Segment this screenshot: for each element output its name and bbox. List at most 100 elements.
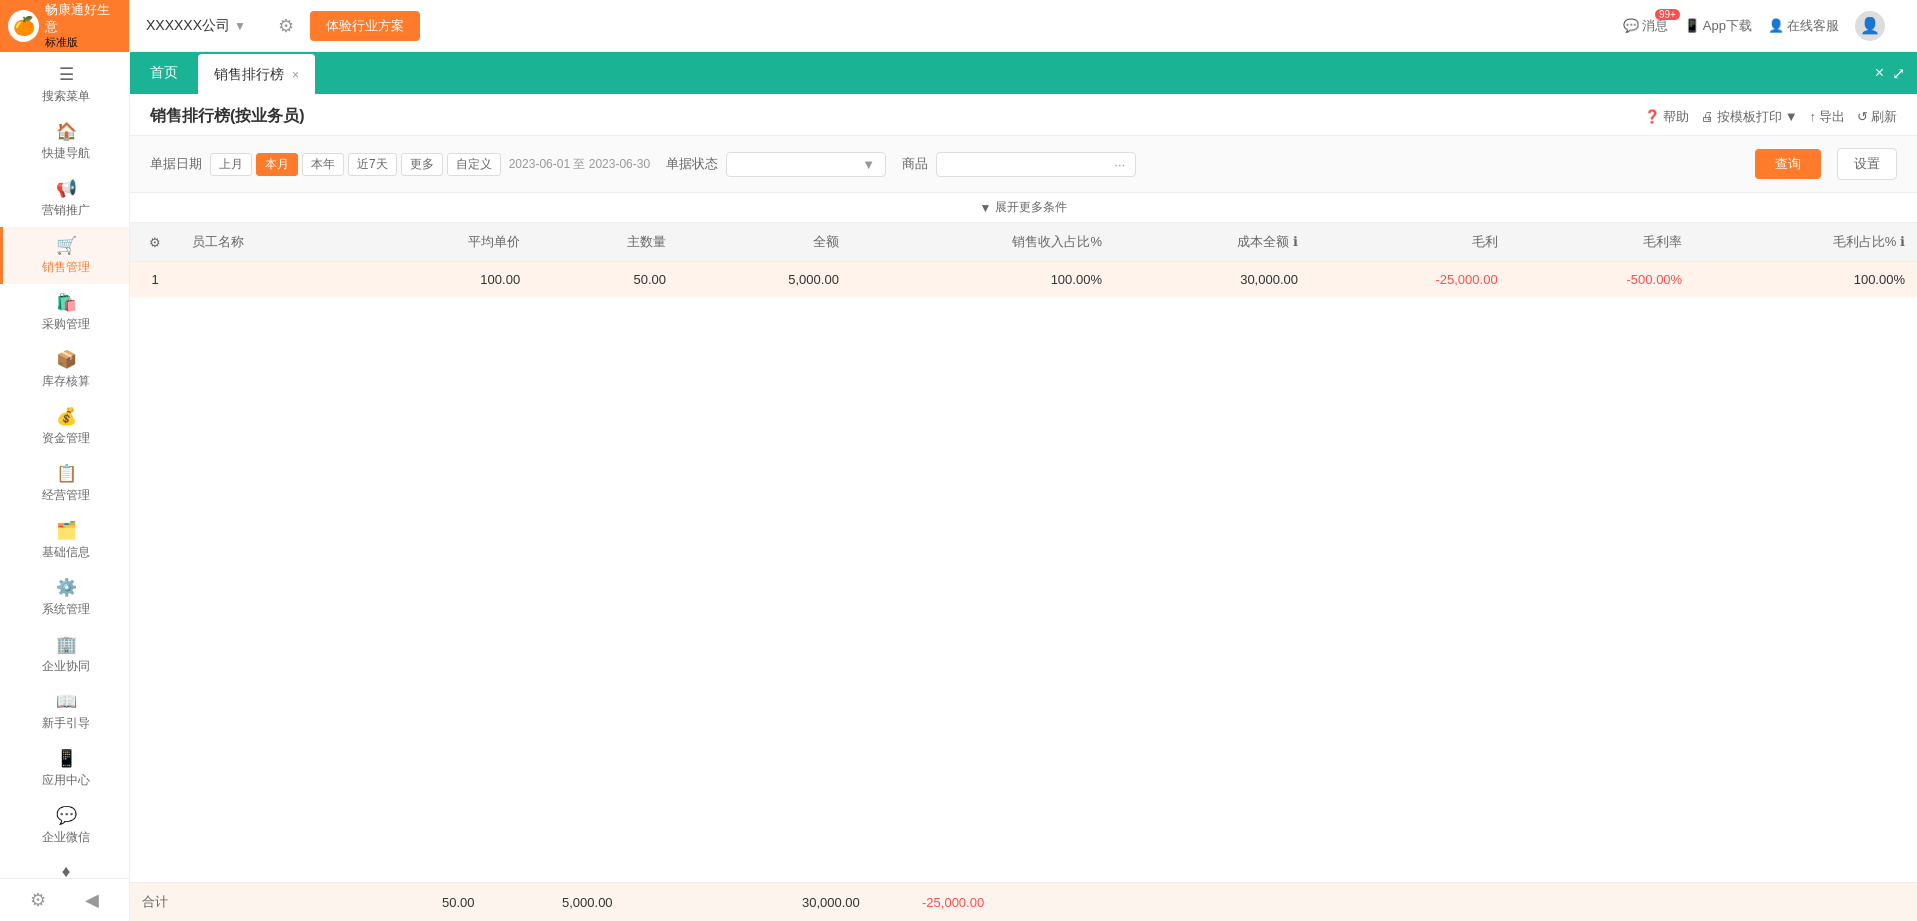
sidebar-label-operations: 经营管理 [42, 487, 90, 504]
sidebar-item-enterprise-collab[interactable]: 🏢 企业协同 [0, 626, 129, 683]
sidebar-icon-marketing: 📢 [56, 178, 77, 199]
sidebar-label-finance: 资金管理 [42, 430, 90, 447]
window-expand-btn[interactable]: ⤢ [1892, 64, 1905, 83]
tab-home[interactable]: 首页 [130, 52, 198, 94]
app-label: App下载 [1703, 17, 1752, 35]
col-total-amount: 全额 [678, 223, 851, 262]
cell-gross-pct: 100.00% [1694, 262, 1917, 298]
sidebar-item-quick-nav[interactable]: 🏠 快捷导航 [0, 113, 129, 170]
date-btn-this-year[interactable]: 本年 [302, 153, 344, 176]
sidebar-item-vip-member[interactable]: ♦ 畅会员 [0, 854, 129, 878]
topbar-service-btn[interactable]: 👤 在线客服 [1768, 17, 1839, 35]
refresh-btn[interactable]: ↺ 刷新 [1857, 108, 1897, 126]
status-filter-label: 单据状态 [666, 155, 718, 173]
export-btn[interactable]: ↑ 导出 [1810, 108, 1846, 126]
goods-select[interactable]: ··· [936, 152, 1136, 177]
inner-page: 销售排行榜(按业务员) ❓ 帮助 🖨 按模板打印 ▼ ↑ 导出 [130, 94, 1917, 921]
service-label: 在线客服 [1787, 17, 1839, 35]
sidebar-item-system-mgmt[interactable]: ⚙️ 系统管理 [0, 569, 129, 626]
sidebar-label-enterprise-wechat: 企业微信 [42, 829, 90, 846]
date-btns: 上月 本月 本年 近7天 更多 自定义 [210, 153, 501, 176]
table-header-row: ⚙ 员工名称 平均单价 主数量 全额 销售收入占比% 成本全额 ℹ 毛利 毛利率… [130, 223, 1917, 262]
filter-area: 单据日期 上月 本月 本年 近7天 更多 自定义 2023-06-01 至 20… [130, 136, 1917, 193]
setting-btn[interactable]: 设置 [1837, 148, 1897, 180]
col-gross-pct: 毛利占比% ℹ [1694, 223, 1917, 262]
sidebar-icon-basic-info: 🗂️ [56, 520, 77, 541]
topbar-settings-icon[interactable]: ⚙ [278, 15, 294, 37]
sidebar-item-basic-info[interactable]: 🗂️ 基础信息 [0, 512, 129, 569]
topbar-app-btn[interactable]: 📱 App下载 [1684, 17, 1752, 35]
date-range-text: 2023-06-01 至 2023-06-30 [509, 156, 650, 173]
sidebar-icon-operations: 📋 [56, 463, 77, 484]
topbar-msg-btn[interactable]: 💬 消息 99+ [1623, 17, 1668, 35]
sidebar-item-beginner-guide[interactable]: 📖 新手引导 [0, 683, 129, 740]
col-settings[interactable]: ⚙ [130, 223, 180, 262]
window-close-btn[interactable]: × [1875, 64, 1884, 82]
col-gross-rate: 毛利率 [1510, 223, 1695, 262]
cell-total-amount: 5,000.00 [678, 262, 851, 298]
expand-row: ▼ 展开更多条件 [130, 193, 1917, 223]
sidebar-label-system-mgmt: 系统管理 [42, 601, 90, 618]
date-btn-7days[interactable]: 近7天 [348, 153, 397, 176]
topbar-avatar[interactable]: 👤 [1855, 11, 1885, 41]
sidebar-icon-system-mgmt: ⚙️ [56, 577, 77, 598]
sidebar-label-enterprise-collab: 企业协同 [42, 658, 90, 675]
company-selector[interactable]: XXXXXX公司 ▼ [146, 17, 266, 35]
col-cost-total: 成本全额 ℹ [1114, 223, 1310, 262]
sidebar-item-marketing[interactable]: 📢 营销推广 [0, 170, 129, 227]
refresh-icon: ↺ [1857, 109, 1868, 124]
sidebar-icon-vip-member: ♦ [62, 862, 71, 878]
tab-sales-ranking[interactable]: 销售排行榜 × [198, 54, 315, 96]
sidebar-collapse-btn[interactable]: ◀ [85, 889, 99, 911]
cell-gross-rate: -500.00% [1510, 262, 1695, 298]
date-btn-more[interactable]: 更多 [401, 153, 443, 176]
col-gross-profit: 毛利 [1310, 223, 1510, 262]
status-select[interactable]: ▼ [726, 152, 886, 177]
date-btn-prev-month[interactable]: 上月 [210, 153, 252, 176]
date-btn-this-month[interactable]: 本月 [256, 153, 298, 176]
msg-badge: 99+ [1655, 9, 1680, 20]
sidebar-item-purchase-mgmt[interactable]: 🛍️ 采购管理 [0, 284, 129, 341]
sidebar-item-sales-mgmt[interactable]: 🛒 销售管理 [0, 227, 129, 284]
sidebar-label-beginner-guide: 新手引导 [42, 715, 90, 732]
date-filter-label: 单据日期 [150, 155, 202, 173]
company-name: XXXXXX公司 [146, 17, 230, 35]
sidebar-item-app-center[interactable]: 📱 应用中心 [0, 740, 129, 797]
service-icon: 👤 [1768, 18, 1784, 33]
table-body: 1 100.00 50.00 5,000.00 100.00% 30,000.0… [130, 262, 1917, 298]
date-btn-custom[interactable]: 自定义 [447, 153, 501, 176]
sidebar-icon-inventory: 📦 [56, 349, 77, 370]
col-sales-pct: 销售收入占比% [851, 223, 1114, 262]
col-main-qty: 主数量 [532, 223, 678, 262]
col-avg-price: 平均单价 [356, 223, 532, 262]
goods-filter-group: 商品 ··· [902, 152, 1136, 177]
cell-name [180, 262, 356, 298]
footer-label: 合计 [142, 893, 222, 911]
query-btn[interactable]: 查询 [1755, 149, 1821, 179]
sidebar-item-inventory[interactable]: 📦 库存核算 [0, 341, 129, 398]
export-icon: ↑ [1810, 109, 1817, 124]
table-footer: 合计 50.00 5,000.00 30,000.00 -25,000.00 [130, 882, 1917, 921]
tab-label: 销售排行榜 [214, 66, 284, 84]
main-area: XXXXXX公司 ▼ ⚙ 体验行业方案 💬 消息 99+ 📱 App下载 👤 在… [130, 0, 1917, 921]
cell-gross-profit: -25,000.00 [1310, 262, 1510, 298]
sidebar-item-finance[interactable]: 💰 资金管理 [0, 398, 129, 455]
sidebar-nav: ☰ 搜索菜单 🏠 快捷导航 📢 营销推广 🛒 销售管理 🛍️ 采购管理 📦 库存… [0, 52, 129, 878]
sidebar-footer: ⚙ ◀ [0, 878, 129, 921]
help-btn[interactable]: ❓ 帮助 [1644, 108, 1689, 126]
sidebar-label-search-menu: 搜索菜单 [42, 88, 90, 105]
sidebar-settings-btn[interactable]: ⚙ [30, 889, 46, 911]
sidebar-item-enterprise-wechat[interactable]: 💬 企业微信 [0, 797, 129, 854]
trial-btn[interactable]: 体验行业方案 [310, 11, 420, 41]
col-name: 员工名称 [180, 223, 356, 262]
sidebar-item-operations[interactable]: 📋 经营管理 [0, 455, 129, 512]
cell-avg-price: 100.00 [356, 262, 532, 298]
logo-sub: 标准版 [45, 35, 121, 50]
tab-close-icon[interactable]: × [292, 68, 299, 82]
table-head: ⚙ 员工名称 平均单价 主数量 全额 销售收入占比% 成本全额 ℹ 毛利 毛利率… [130, 223, 1917, 262]
sidebar-label-marketing: 营销推广 [42, 202, 90, 219]
template-print-btn[interactable]: 🖨 按模板打印 ▼ [1701, 108, 1798, 126]
data-table: ⚙ 员工名称 平均单价 主数量 全额 销售收入占比% 成本全额 ℹ 毛利 毛利率… [130, 223, 1917, 298]
expand-more-btn[interactable]: ▼ 展开更多条件 [980, 199, 1068, 216]
sidebar-item-search-menu[interactable]: ☰ 搜索菜单 [0, 56, 129, 113]
